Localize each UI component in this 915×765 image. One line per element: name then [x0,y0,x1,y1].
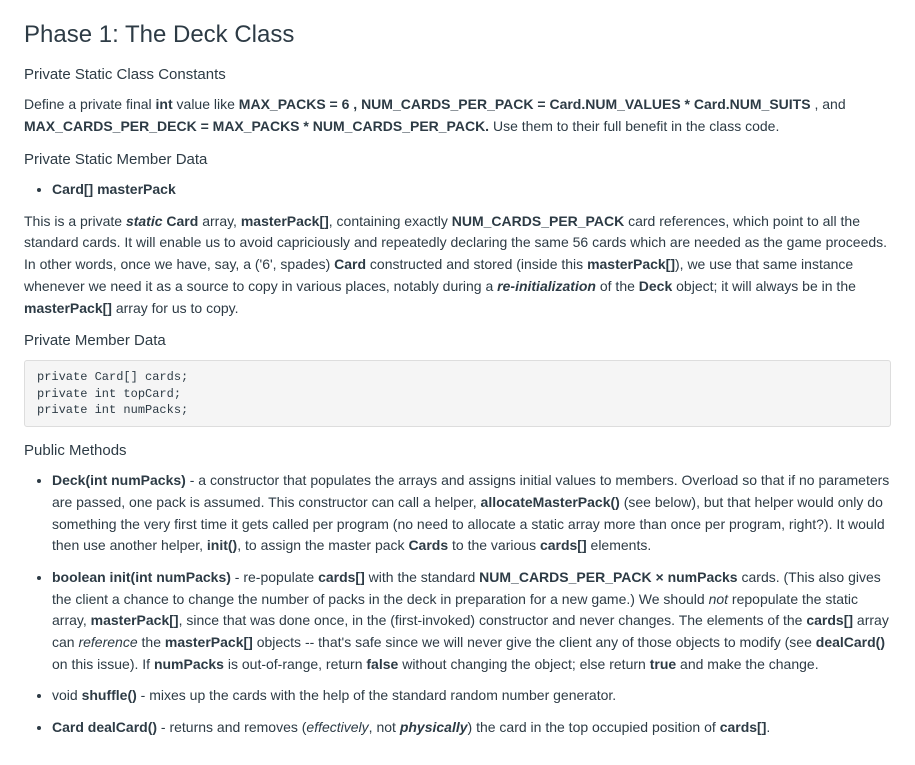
constants-paragraph: Define a private final int value like MA… [24,94,891,137]
section-heading-public-methods: Public Methods [24,439,891,462]
list-item: boolean init(int numPacks) - re-populate… [52,567,891,675]
code-block: private Card[] cards; private int topCar… [24,360,891,427]
list-item: Deck(int numPacks) - a constructor that … [52,470,891,557]
page-title: Phase 1: The Deck Class [24,16,891,53]
section-heading-static-member: Private Static Member Data [24,148,891,171]
static-member-paragraph: This is a private static Card array, mas… [24,211,891,319]
methods-list: Deck(int numPacks) - a constructor that … [24,470,891,739]
list-item: Card dealCard() - returns and removes (e… [52,717,891,739]
section-heading-constants: Private Static Class Constants [24,63,891,86]
list-item: void shuffle() - mixes up the cards with… [52,685,891,707]
list-item: Card[] masterPack [52,179,891,201]
section-heading-member-data: Private Member Data [24,329,891,352]
